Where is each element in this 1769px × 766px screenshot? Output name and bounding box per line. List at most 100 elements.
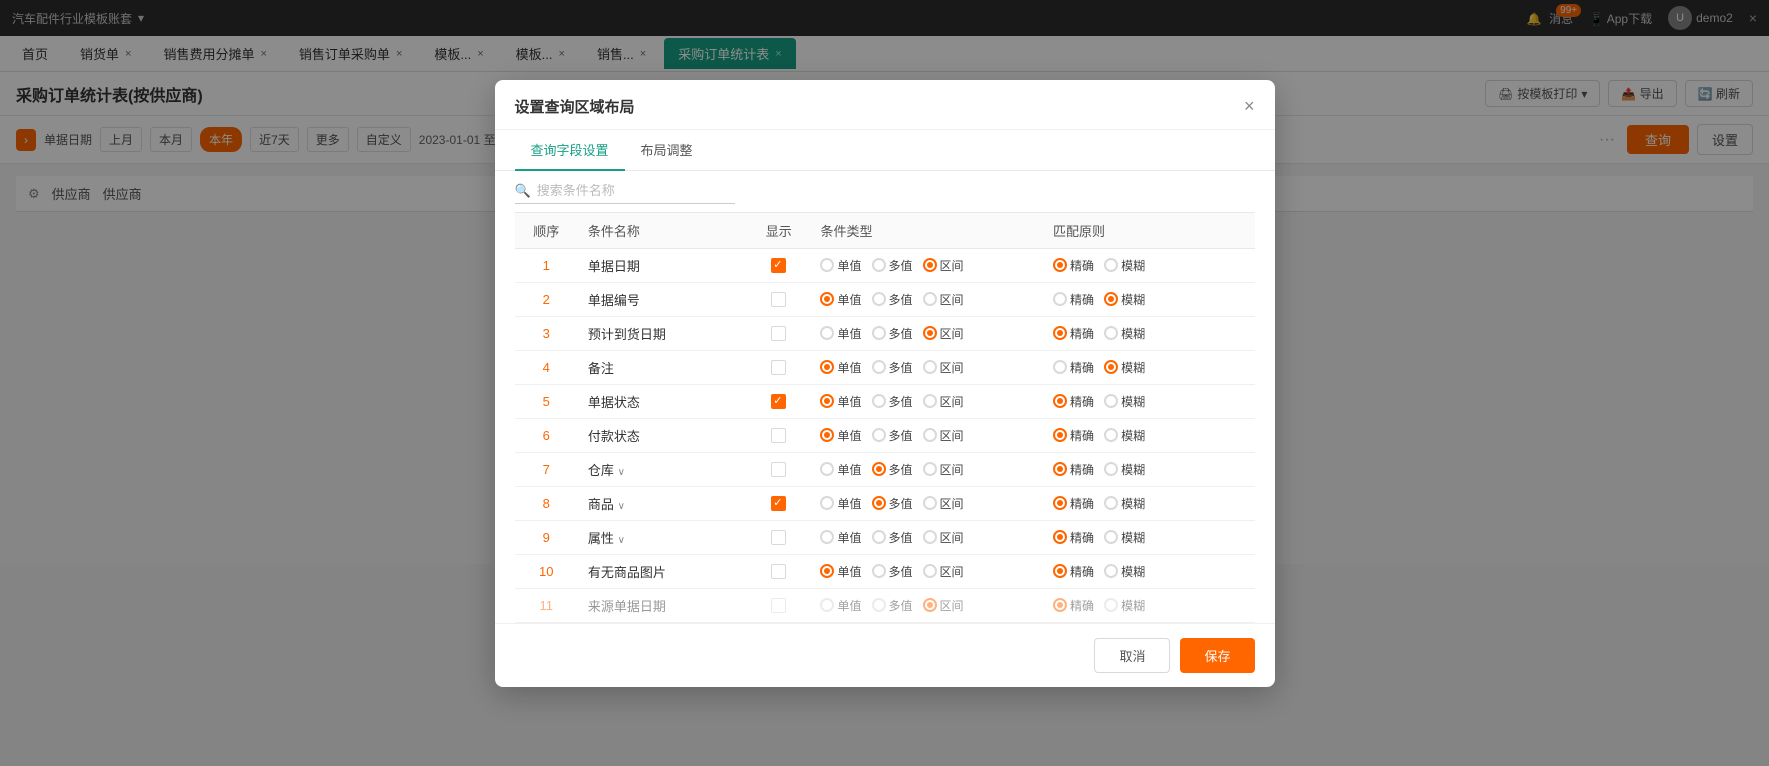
rule-exact-option[interactable]: 精确 [1053, 393, 1094, 410]
type-range-option[interactable]: 区间 [923, 461, 964, 478]
cell-display[interactable] [747, 316, 810, 350]
type-range-option[interactable]: 区间 [923, 495, 964, 512]
rule-exact-radio[interactable] [1053, 530, 1067, 544]
save-button[interactable]: 保存 [1180, 638, 1254, 673]
type-single-option[interactable]: 单值 [820, 325, 861, 342]
display-checkbox[interactable] [771, 496, 786, 511]
rule-exact-radio[interactable] [1053, 598, 1067, 612]
type-single-radio[interactable] [820, 258, 834, 272]
type-multi-radio[interactable] [872, 496, 886, 510]
rule-fuzzy-option[interactable]: 模糊 [1104, 291, 1145, 308]
cell-display[interactable] [747, 486, 810, 520]
type-single-radio[interactable] [820, 496, 834, 510]
rule-exact-option[interactable]: 精确 [1053, 291, 1094, 308]
expand-arrow-icon[interactable]: ∨ [618, 501, 625, 512]
type-range-radio[interactable] [923, 394, 937, 408]
cell-display[interactable] [747, 452, 810, 486]
display-checkbox[interactable] [771, 564, 786, 579]
type-range-radio[interactable] [923, 428, 937, 442]
display-checkbox[interactable] [771, 258, 786, 273]
type-multi-option[interactable]: 多值 [872, 291, 913, 308]
type-single-radio[interactable] [820, 564, 834, 578]
cell-display[interactable] [747, 418, 810, 452]
type-range-option[interactable]: 区间 [923, 359, 964, 376]
type-multi-radio[interactable] [872, 598, 886, 612]
display-checkbox[interactable] [771, 428, 786, 443]
rule-exact-option[interactable]: 精确 [1053, 495, 1094, 512]
type-single-option[interactable]: 单值 [820, 427, 861, 444]
display-checkbox[interactable] [771, 530, 786, 545]
type-multi-option[interactable]: 多值 [872, 461, 913, 478]
type-multi-radio[interactable] [872, 428, 886, 442]
type-range-option[interactable]: 区间 [923, 325, 964, 342]
type-multi-radio[interactable] [872, 258, 886, 272]
type-multi-option[interactable]: 多值 [872, 325, 913, 342]
rule-fuzzy-radio[interactable] [1104, 428, 1118, 442]
display-checkbox[interactable] [771, 462, 786, 477]
type-range-option[interactable]: 区间 [923, 529, 964, 546]
type-range-radio[interactable] [923, 496, 937, 510]
rule-exact-option[interactable]: 精确 [1053, 427, 1094, 444]
rule-fuzzy-option[interactable]: 模糊 [1104, 257, 1145, 274]
modal-close-button[interactable]: × [1244, 97, 1255, 115]
rule-fuzzy-radio[interactable] [1104, 564, 1118, 578]
type-single-option[interactable]: 单值 [820, 359, 861, 376]
rule-exact-option[interactable]: 精确 [1053, 359, 1094, 376]
type-range-radio[interactable] [923, 564, 937, 578]
rule-exact-radio[interactable] [1053, 292, 1067, 306]
rule-exact-option[interactable]: 精确 [1053, 325, 1094, 342]
rule-fuzzy-radio[interactable] [1104, 394, 1118, 408]
display-checkbox[interactable] [771, 394, 786, 409]
search-input[interactable] [537, 183, 717, 198]
type-single-option[interactable]: 单值 [820, 461, 861, 478]
type-multi-radio[interactable] [872, 394, 886, 408]
cell-display[interactable] [747, 282, 810, 316]
type-range-radio[interactable] [923, 258, 937, 272]
cell-display[interactable] [747, 350, 810, 384]
modal-tab-layout[interactable]: 布局调整 [625, 130, 709, 171]
expand-arrow-icon[interactable]: ∨ [618, 467, 625, 478]
type-single-radio[interactable] [820, 394, 834, 408]
type-single-option[interactable]: 单值 [820, 597, 861, 614]
type-multi-option[interactable]: 多值 [872, 563, 913, 580]
cell-display[interactable] [747, 588, 810, 622]
type-single-option[interactable]: 单值 [820, 291, 861, 308]
rule-fuzzy-option[interactable]: 模糊 [1104, 563, 1145, 580]
type-single-radio[interactable] [820, 360, 834, 374]
type-multi-radio[interactable] [872, 462, 886, 476]
rule-exact-radio[interactable] [1053, 564, 1067, 578]
type-multi-option[interactable]: 多值 [872, 257, 913, 274]
type-single-radio[interactable] [820, 598, 834, 612]
rule-exact-option[interactable]: 精确 [1053, 529, 1094, 546]
type-multi-radio[interactable] [872, 292, 886, 306]
rule-exact-radio[interactable] [1053, 258, 1067, 272]
type-single-radio[interactable] [820, 292, 834, 306]
type-single-option[interactable]: 单值 [820, 257, 861, 274]
rule-exact-radio[interactable] [1053, 462, 1067, 476]
display-checkbox[interactable] [771, 326, 786, 341]
rule-fuzzy-radio[interactable] [1104, 292, 1118, 306]
type-single-radio[interactable] [820, 462, 834, 476]
type-range-radio[interactable] [923, 598, 937, 612]
rule-fuzzy-option[interactable]: 模糊 [1104, 461, 1145, 478]
rule-exact-radio[interactable] [1053, 394, 1067, 408]
type-multi-option[interactable]: 多值 [872, 393, 913, 410]
type-range-option[interactable]: 区间 [923, 257, 964, 274]
type-range-option[interactable]: 区间 [923, 427, 964, 444]
type-multi-radio[interactable] [872, 564, 886, 578]
type-single-option[interactable]: 单值 [820, 495, 861, 512]
type-range-option[interactable]: 区间 [923, 563, 964, 580]
type-range-radio[interactable] [923, 530, 937, 544]
rule-fuzzy-option[interactable]: 模糊 [1104, 393, 1145, 410]
expand-arrow-icon[interactable]: ∨ [618, 535, 625, 546]
rule-exact-option[interactable]: 精确 [1053, 461, 1094, 478]
rule-exact-radio[interactable] [1053, 428, 1067, 442]
type-range-option[interactable]: 区间 [923, 393, 964, 410]
rule-fuzzy-option[interactable]: 模糊 [1104, 495, 1145, 512]
type-range-radio[interactable] [923, 292, 937, 306]
type-single-radio[interactable] [820, 326, 834, 340]
type-multi-radio[interactable] [872, 530, 886, 544]
rule-fuzzy-radio[interactable] [1104, 496, 1118, 510]
rule-fuzzy-option[interactable]: 模糊 [1104, 359, 1145, 376]
display-checkbox[interactable] [771, 360, 786, 375]
